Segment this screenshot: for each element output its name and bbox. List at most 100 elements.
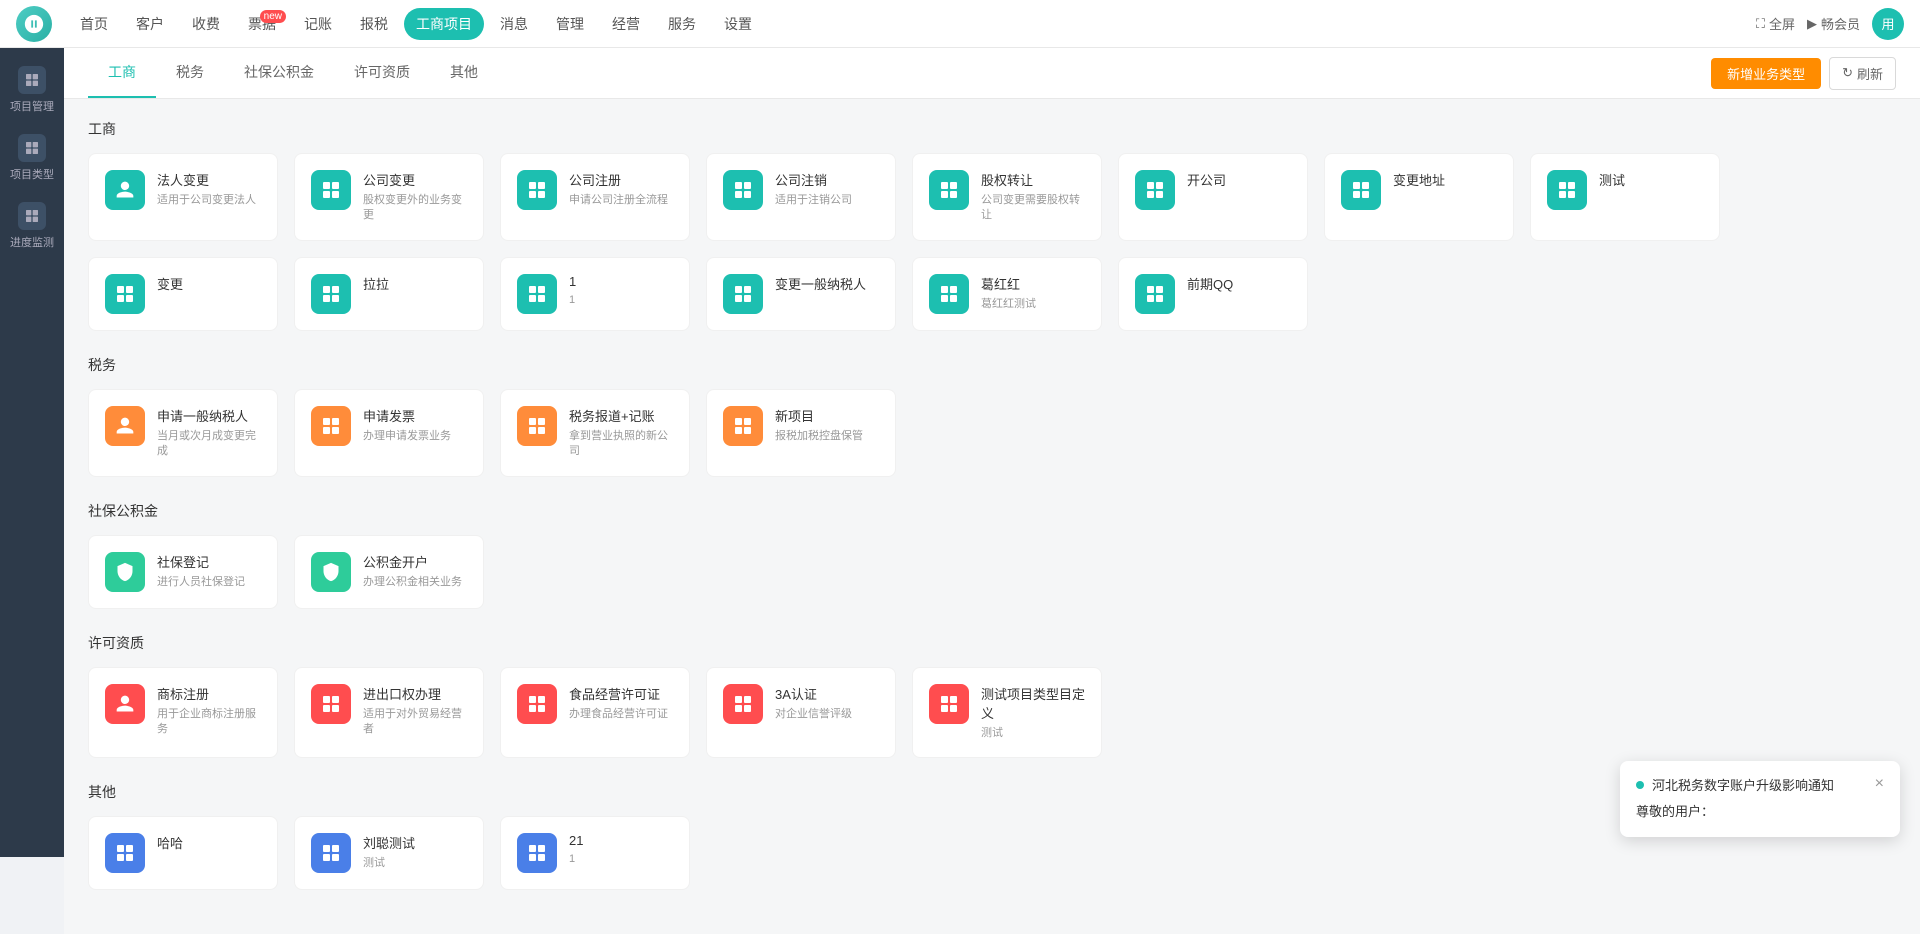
card-info-10: 11 bbox=[569, 274, 673, 308]
card-desc: 测试 bbox=[981, 726, 1085, 741]
fullscreen-btn[interactable]: ⛶ 全屏 bbox=[1756, 14, 1795, 33]
nav-item-管理[interactable]: 管理 bbox=[544, 8, 596, 40]
card-info-0: 法人变更适用于公司变更法人 bbox=[157, 170, 261, 208]
notif-close-button[interactable]: × bbox=[1875, 775, 1884, 793]
cards-grid-zizhi: 商标注册用于企业商标注册服务 进出口权办理适用于对外贸易经营者 食品经营许可证办… bbox=[88, 667, 1896, 758]
card-qita-2[interactable]: 211 bbox=[500, 816, 690, 890]
section-title-zizhi: 许可资质 bbox=[88, 633, 1896, 653]
nav-item-服务[interactable]: 服务 bbox=[656, 8, 708, 40]
card-info-2: 税务报道+记账拿到营业执照的新公司 bbox=[569, 406, 673, 460]
nav-item-票据[interactable]: 票据new bbox=[236, 8, 288, 40]
card-gongshang-13[interactable]: 前期QQ bbox=[1118, 257, 1308, 331]
card-info-11: 变更一般纳税人 bbox=[775, 274, 879, 297]
card-gongshang-4[interactable]: 股权转让公司变更需要股权转让 bbox=[912, 153, 1102, 241]
card-info-9: 拉拉 bbox=[363, 274, 467, 297]
card-icon-3 bbox=[723, 684, 763, 724]
card-title: 申请一般纳税人 bbox=[157, 406, 261, 425]
card-info-3: 公司注销适用于注销公司 bbox=[775, 170, 879, 208]
card-zizhi-1[interactable]: 进出口权办理适用于对外贸易经营者 bbox=[294, 667, 484, 758]
cards-grid-gongshang: 法人变更适用于公司变更法人 公司变更股权变更外的业务变更 公司注册申请公司注册全… bbox=[88, 153, 1896, 331]
card-shebao-1[interactable]: 公积金开户办理公积金相关业务 bbox=[294, 535, 484, 609]
card-gongshang-3[interactable]: 公司注销适用于注销公司 bbox=[706, 153, 896, 241]
sidebar: 项目管理 项目类型 进度监测 bbox=[0, 48, 64, 857]
card-zizhi-0[interactable]: 商标注册用于企业商标注册服务 bbox=[88, 667, 278, 758]
refresh-button[interactable]: ↻ 刷新 bbox=[1829, 57, 1896, 90]
card-gongshang-12[interactable]: 葛红红葛红红测试 bbox=[912, 257, 1102, 331]
card-shuiwu-0[interactable]: 申请一般纳税人当月或次月成变更完成 bbox=[88, 389, 278, 477]
sub-nav: 工商税务社保公积金许可资质其他 新增业务类型 ↻ 刷新 bbox=[64, 48, 1920, 99]
card-title: 开公司 bbox=[1187, 170, 1291, 189]
card-desc: 1 bbox=[569, 293, 673, 308]
card-title: 新项目 bbox=[775, 406, 879, 425]
sidebar-item-进度监测[interactable]: 进度监测 bbox=[0, 192, 64, 260]
card-zizhi-2[interactable]: 食品经营许可证办理食品经营许可证 bbox=[500, 667, 690, 758]
card-gongshang-10[interactable]: 11 bbox=[500, 257, 690, 331]
section-shuiwu: 税务申请一般纳税人当月或次月成变更完成 申请发票办理申请发票业务 税务报道+记账… bbox=[88, 355, 1896, 477]
sub-nav-right: 新增业务类型 ↻ 刷新 bbox=[1711, 57, 1896, 90]
card-shuiwu-2[interactable]: 税务报道+记账拿到营业执照的新公司 bbox=[500, 389, 690, 477]
card-title: 拉拉 bbox=[363, 274, 467, 293]
section-title-shuiwu: 税务 bbox=[88, 355, 1896, 375]
sub-tab-许可资质[interactable]: 许可资质 bbox=[334, 48, 430, 98]
card-icon-10 bbox=[517, 274, 557, 314]
card-title: 公司变更 bbox=[363, 170, 467, 189]
card-title: 测试项目类型目定义 bbox=[981, 684, 1085, 722]
card-icon-8 bbox=[105, 274, 145, 314]
card-shuiwu-3[interactable]: 新项目报税加税控盘保管 bbox=[706, 389, 896, 477]
card-icon-2 bbox=[517, 170, 557, 210]
card-gongshang-8[interactable]: 变更 bbox=[88, 257, 278, 331]
card-desc: 报税加税控盘保管 bbox=[775, 429, 879, 444]
section-title-shebao: 社保公积金 bbox=[88, 501, 1896, 521]
card-qita-0[interactable]: 哈哈 bbox=[88, 816, 278, 890]
card-title: 变更一般纳税人 bbox=[775, 274, 879, 293]
card-desc: 当月或次月成变更完成 bbox=[157, 429, 261, 460]
card-gongshang-1[interactable]: 公司变更股权变更外的业务变更 bbox=[294, 153, 484, 241]
notif-header: 河北税务数字账户升级影响通知 × bbox=[1636, 775, 1884, 794]
nav-item-报税[interactable]: 报税 bbox=[348, 8, 400, 40]
card-info-2: 公司注册申请公司注册全流程 bbox=[569, 170, 673, 208]
nav-item-客户[interactable]: 客户 bbox=[124, 8, 176, 40]
notification-popup: 河北税务数字账户升级影响通知 × 尊敬的用户： bbox=[1620, 761, 1900, 837]
card-gongshang-5[interactable]: 开公司 bbox=[1118, 153, 1308, 241]
sub-tab-社保公积金[interactable]: 社保公积金 bbox=[224, 48, 334, 98]
add-type-button[interactable]: 新增业务类型 bbox=[1711, 58, 1821, 89]
card-icon-2 bbox=[517, 406, 557, 446]
sub-tab-其他[interactable]: 其他 bbox=[430, 48, 498, 98]
card-info-3: 新项目报税加税控盘保管 bbox=[775, 406, 879, 444]
card-gongshang-9[interactable]: 拉拉 bbox=[294, 257, 484, 331]
avatar[interactable]: 用 bbox=[1872, 8, 1904, 40]
card-shebao-0[interactable]: 社保登记进行人员社保登记 bbox=[88, 535, 278, 609]
vip-btn[interactable]: ▶ 畅会员 bbox=[1807, 14, 1860, 33]
card-gongshang-7[interactable]: 测试 bbox=[1530, 153, 1720, 241]
nav-item-首页[interactable]: 首页 bbox=[68, 8, 120, 40]
card-icon-9 bbox=[311, 274, 351, 314]
nav-item-消息[interactable]: 消息 bbox=[488, 8, 540, 40]
card-zizhi-3[interactable]: 3A认证对企业信誉评级 bbox=[706, 667, 896, 758]
card-icon-6 bbox=[1341, 170, 1381, 210]
card-qita-1[interactable]: 刘聪测试测试 bbox=[294, 816, 484, 890]
card-desc: 适用于公司变更法人 bbox=[157, 193, 261, 208]
sub-tab-税务[interactable]: 税务 bbox=[156, 48, 224, 98]
card-icon-3 bbox=[723, 406, 763, 446]
card-icon-5 bbox=[1135, 170, 1175, 210]
card-info-1: 申请发票办理申请发票业务 bbox=[363, 406, 467, 444]
card-zizhi-4[interactable]: 测试项目类型目定义测试 bbox=[912, 667, 1102, 758]
card-title: 1 bbox=[569, 274, 673, 289]
card-desc: 葛红红测试 bbox=[981, 297, 1085, 312]
nav-item-工商项目[interactable]: 工商项目 bbox=[404, 8, 484, 40]
card-gongshang-6[interactable]: 变更地址 bbox=[1324, 153, 1514, 241]
card-info-1: 刘聪测试测试 bbox=[363, 833, 467, 871]
card-gongshang-2[interactable]: 公司注册申请公司注册全流程 bbox=[500, 153, 690, 241]
sidebar-item-项目类型[interactable]: 项目类型 bbox=[0, 124, 64, 192]
card-shuiwu-1[interactable]: 申请发票办理申请发票业务 bbox=[294, 389, 484, 477]
nav-item-收费[interactable]: 收费 bbox=[180, 8, 232, 40]
sub-tab-工商[interactable]: 工商 bbox=[88, 48, 156, 98]
nav-item-经营[interactable]: 经营 bbox=[600, 8, 652, 40]
sidebar-item-项目管理[interactable]: 项目管理 bbox=[0, 56, 64, 124]
card-info-13: 前期QQ bbox=[1187, 274, 1291, 297]
nav-item-记账[interactable]: 记账 bbox=[292, 8, 344, 40]
card-title: 商标注册 bbox=[157, 684, 261, 703]
card-gongshang-0[interactable]: 法人变更适用于公司变更法人 bbox=[88, 153, 278, 241]
nav-item-设置[interactable]: 设置 bbox=[712, 8, 764, 40]
card-gongshang-11[interactable]: 变更一般纳税人 bbox=[706, 257, 896, 331]
